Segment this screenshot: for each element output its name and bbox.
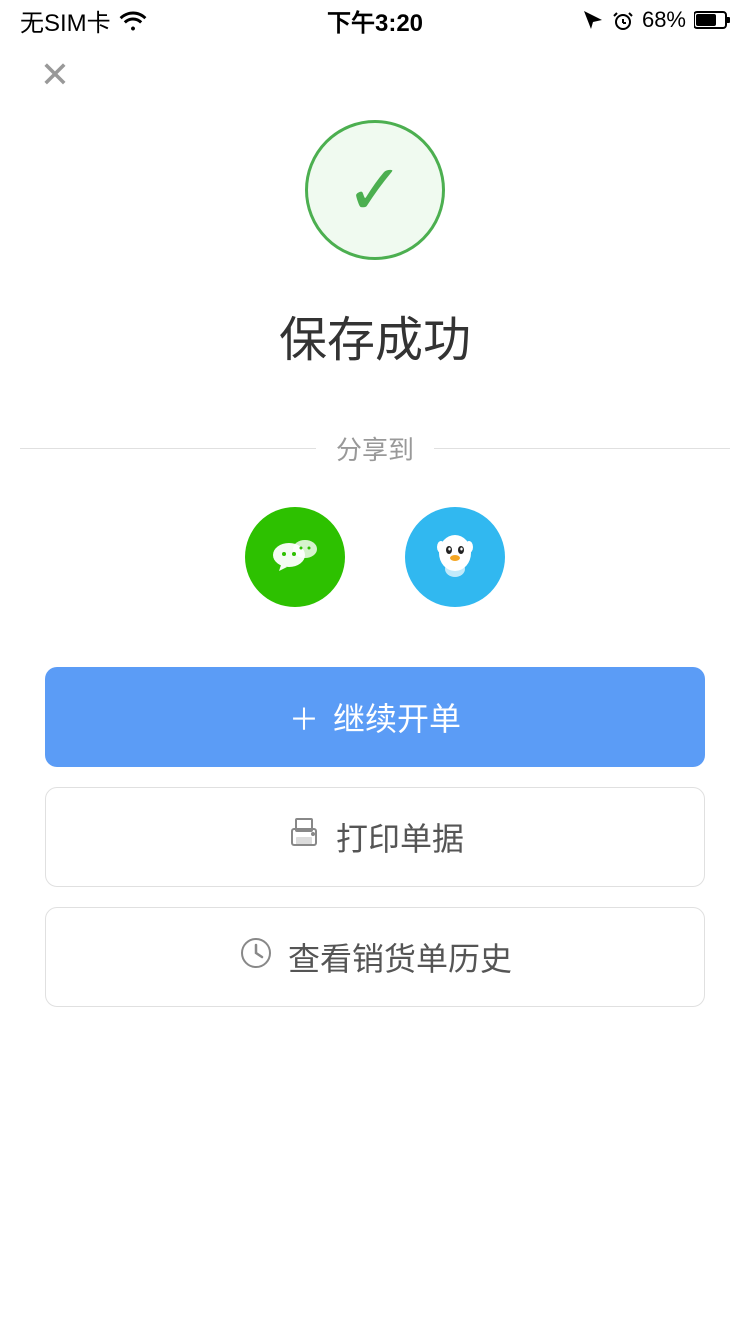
continue-label: 继续开单 — [333, 694, 461, 740]
share-divider: 分享到 — [0, 430, 750, 467]
checkmark-icon: ✓ — [346, 155, 405, 225]
location-icon — [582, 9, 604, 31]
success-circle: ✓ — [305, 120, 445, 260]
wechat-share-button[interactable] — [245, 507, 345, 607]
print-label: 打印单据 — [336, 814, 464, 860]
wifi-icon — [119, 9, 147, 31]
share-icons — [245, 507, 505, 607]
action-buttons: ＋ 继续开单 打印单据 查看销货单历史 — [45, 667, 705, 1007]
battery-text: 68% — [642, 7, 686, 33]
share-label: 分享到 — [336, 430, 414, 467]
close-button[interactable]: ✕ — [30, 50, 80, 100]
share-section: 分享到 — [0, 430, 750, 607]
status-time: 下午3:20 — [327, 3, 423, 38]
history-button[interactable]: 查看销货单历史 — [45, 907, 705, 1007]
print-icon — [286, 815, 322, 859]
wechat-icon — [263, 525, 327, 589]
battery-icon — [694, 10, 730, 30]
close-icon: ✕ — [40, 57, 70, 93]
qq-icon — [423, 525, 487, 589]
history-label: 查看销货单历史 — [288, 934, 512, 980]
success-title: 保存成功 — [279, 300, 471, 370]
main-content: ✓ 保存成功 分享到 — [0, 40, 750, 1334]
continue-button[interactable]: ＋ 继续开单 — [45, 667, 705, 767]
alarm-icon — [612, 9, 634, 31]
carrier-text: 无SIM卡 — [20, 3, 111, 38]
history-icon — [238, 935, 274, 979]
status-bar-left: 无SIM卡 — [20, 3, 147, 38]
plus-icon: ＋ — [289, 695, 319, 739]
status-bar-right: 68% — [582, 7, 730, 33]
qq-share-button[interactable] — [405, 507, 505, 607]
print-button[interactable]: 打印单据 — [45, 787, 705, 887]
